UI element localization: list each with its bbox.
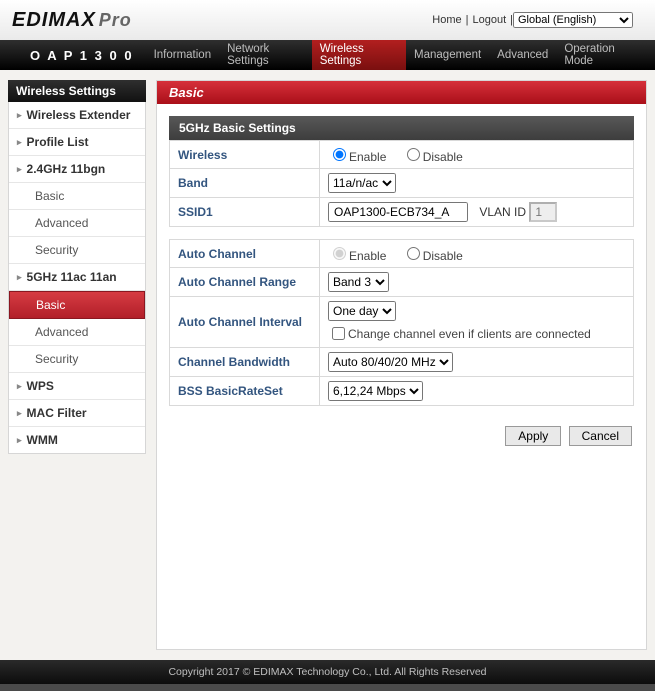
sidebar-item-basic[interactable]: Basic [9, 183, 145, 210]
sidebar: Wireless Settings ▸ Wireless Extender ▸ Pro… [8, 80, 146, 650]
sidebar-item-security[interactable]: Security [9, 346, 145, 373]
vlan-label: VLAN ID [479, 205, 526, 219]
logout-link[interactable]: Logout [472, 14, 506, 26]
autochannel-label: Auto Channel [170, 240, 320, 268]
sidebar-item-wireless-extender[interactable]: ▸ Wireless Extender [9, 102, 145, 129]
sidebar-item-label: Advanced [35, 216, 88, 230]
main-nav: O A P 1 3 0 0 InformationNetwork Setting… [0, 40, 655, 70]
wireless-label: Wireless [170, 141, 320, 169]
sidebar-item-security[interactable]: Security [9, 237, 145, 264]
sidebar-item-wmm[interactable]: ▸ WMM [9, 427, 145, 453]
sidebar-title: Wireless Settings [8, 80, 146, 102]
header: EDIMAXPro Home | Logout | Global (Englis… [0, 0, 655, 40]
change-channel-label: Change channel even if clients are conne… [348, 327, 591, 341]
sidebar-item-label: Wireless Extender [27, 108, 131, 122]
sidebar-item-label: Basic [36, 298, 65, 312]
apply-button[interactable]: Apply [505, 426, 561, 446]
home-link[interactable]: Home [432, 14, 461, 26]
autoch-disable-radio[interactable] [407, 247, 420, 260]
interval-select[interactable]: One day [328, 301, 396, 321]
sidebar-item-2-4ghz-11bgn[interactable]: ▸ 2.4GHz 11bgn [9, 156, 145, 183]
content-title: Basic [157, 81, 646, 104]
sidebar-item-label: Security [35, 352, 78, 366]
language-select[interactable]: Global (English) [513, 12, 633, 28]
cancel-button[interactable]: Cancel [569, 426, 632, 446]
nav-advanced[interactable]: Advanced [489, 40, 556, 70]
ssid-input[interactable] [328, 202, 468, 222]
chevron-right-icon: ▸ [17, 435, 22, 446]
nav-wireless-settings[interactable]: Wireless Settings [312, 40, 406, 70]
vlan-input [529, 202, 557, 222]
chevron-right-icon: ▸ [17, 110, 22, 121]
chevron-right-icon: ▸ [17, 137, 22, 148]
sidebar-item-wps[interactable]: ▸ WPS [9, 373, 145, 400]
ssid-label: SSID1 [170, 198, 320, 227]
wireless-enable-radio[interactable] [333, 148, 346, 161]
panel-heading: 5GHz Basic Settings [169, 116, 634, 140]
sidebar-item-label: Advanced [35, 325, 88, 339]
nav-operation-mode[interactable]: Operation Mode [556, 40, 645, 70]
nav-management[interactable]: Management [406, 40, 489, 70]
sidebar-item-label: 2.4GHz 11bgn [27, 162, 106, 176]
rate-select[interactable]: 6,12,24 Mbps [328, 381, 423, 401]
content-panel: Basic 5GHz Basic Settings Wireless Enabl… [156, 80, 647, 650]
brand-logo: EDIMAXPro [12, 9, 132, 32]
wireless-disable-radio[interactable] [407, 148, 420, 161]
sidebar-item-mac-filter[interactable]: ▸ MAC Filter [9, 400, 145, 427]
sidebar-item-label: 5GHz 11ac 11an [27, 270, 117, 284]
sidebar-item-label: WPS [27, 379, 54, 393]
sidebar-item-label: Profile List [27, 135, 89, 149]
interval-label: Auto Channel Interval [170, 297, 320, 348]
band-select[interactable]: 11a/n/ac [328, 173, 396, 193]
band-label: Band [170, 169, 320, 198]
change-channel-checkbox[interactable] [332, 327, 345, 340]
sidebar-item-label: Security [35, 243, 78, 257]
sidebar-item-advanced[interactable]: Advanced [9, 319, 145, 346]
rate-label: BSS BasicRateSet [170, 377, 320, 406]
chevron-right-icon: ▸ [17, 164, 22, 175]
sidebar-item-advanced[interactable]: Advanced [9, 210, 145, 237]
sidebar-item-5ghz-11ac-11an[interactable]: ▸ 5GHz 11ac 11an [9, 264, 145, 291]
sidebar-item-label: MAC Filter [27, 406, 87, 420]
chevron-right-icon: ▸ [17, 272, 22, 283]
range-label: Auto Channel Range [170, 268, 320, 297]
chevron-right-icon: ▸ [17, 381, 22, 392]
footer: Copyright 2017 © EDIMAX Technology Co., … [0, 660, 655, 684]
range-select[interactable]: Band 3 [328, 272, 389, 292]
nav-information[interactable]: Information [146, 40, 220, 70]
chevron-right-icon: ▸ [17, 408, 22, 419]
sidebar-item-label: WMM [27, 433, 58, 447]
sidebar-item-profile-list[interactable]: ▸ Profile List [9, 129, 145, 156]
bandwidth-label: Channel Bandwidth [170, 348, 320, 377]
sidebar-item-label: Basic [35, 189, 64, 203]
autoch-enable-radio[interactable] [333, 247, 346, 260]
sidebar-item-basic[interactable]: Basic [9, 291, 145, 319]
wireless-value: Enable Disable [320, 141, 634, 169]
bandwidth-select[interactable]: Auto 80/40/20 MHz [328, 352, 453, 372]
nav-network-settings[interactable]: Network Settings [219, 40, 312, 70]
model-label: O A P 1 3 0 0 [10, 48, 146, 63]
